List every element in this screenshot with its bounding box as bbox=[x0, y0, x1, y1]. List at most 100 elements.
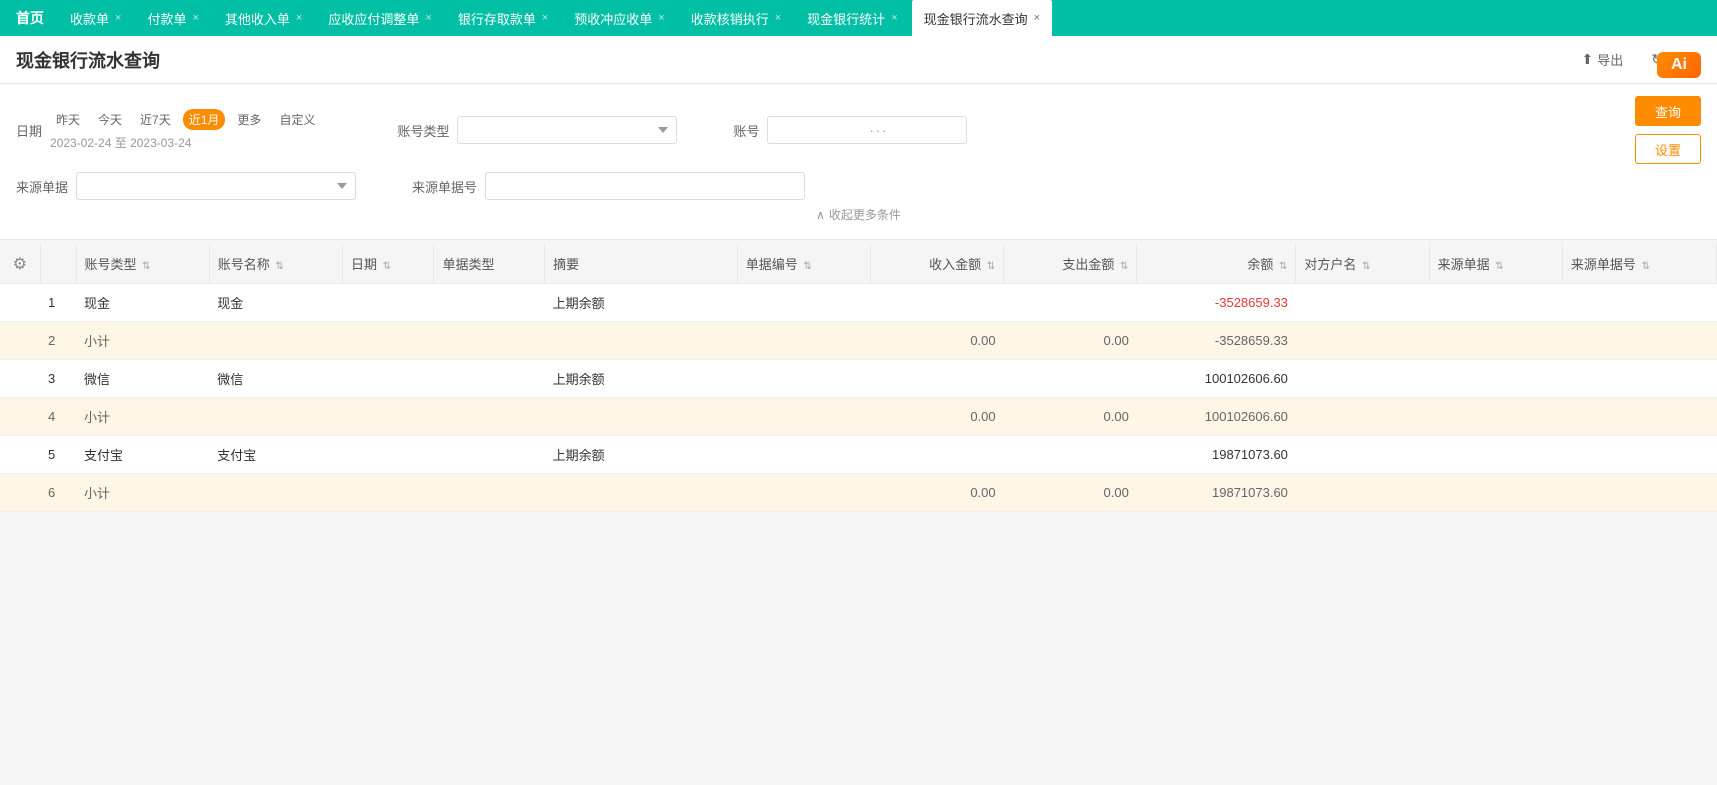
gear-icon[interactable]: ⚙ bbox=[13, 256, 27, 273]
collapse-label: 收起更多条件 bbox=[829, 206, 901, 223]
nav-tab-yinhangcunquan[interactable]: 银行存取款单 × bbox=[446, 0, 560, 36]
col-counterpart[interactable]: 对方户名 ⇅ bbox=[1296, 244, 1429, 284]
col-counterpart-cell bbox=[1296, 360, 1429, 398]
col-summary-cell bbox=[545, 398, 738, 436]
nav-home[interactable]: 首页 bbox=[4, 0, 56, 36]
table-row: 5 支付宝 支付宝 上期余额 19871073.60 bbox=[0, 436, 1717, 474]
col-rownum-cell: 4 bbox=[40, 398, 76, 436]
col-doc-type-cell bbox=[434, 284, 545, 322]
sort-icon: ⇅ bbox=[1642, 261, 1650, 272]
account-more-button[interactable]: ··· bbox=[869, 123, 958, 138]
nav-tab-xianjinyinhangtongjida[interactable]: 现金银行统计 × bbox=[795, 0, 909, 36]
close-icon[interactable]: × bbox=[115, 12, 121, 24]
nav-tab-xianjinyinhangliushui[interactable]: 现金银行流水查询 × bbox=[912, 0, 1052, 36]
source-doc-filter-group: 来源单据 bbox=[16, 172, 356, 200]
col-account-type-cell: 微信 bbox=[76, 360, 209, 398]
source-doc-no-label: 来源单据号 bbox=[412, 177, 477, 196]
col-summary: 摘要 bbox=[545, 244, 738, 284]
col-account-name[interactable]: 账号名称 ⇅ bbox=[209, 244, 342, 284]
shortcut-7days[interactable]: 近7天 bbox=[134, 109, 177, 130]
col-settings[interactable]: ⚙ bbox=[0, 244, 40, 284]
sort-icon: ⇅ bbox=[383, 261, 391, 272]
col-summary-cell bbox=[545, 322, 738, 360]
export-button[interactable]: ⬆ 导出 bbox=[1574, 46, 1632, 73]
sort-icon: ⇅ bbox=[803, 261, 811, 272]
table-row: 1 现金 现金 上期余额 -3528659.33 bbox=[0, 284, 1717, 322]
col-settings-cell bbox=[0, 398, 40, 436]
close-icon[interactable]: × bbox=[296, 12, 302, 24]
col-account-type-cell: 现金 bbox=[76, 284, 209, 322]
col-source-doc-cell bbox=[1429, 474, 1562, 512]
col-account-type[interactable]: 账号类型 ⇅ bbox=[76, 244, 209, 284]
nav-tab-shoukuanhexiao[interactable]: 收款核销执行 × bbox=[679, 0, 793, 36]
col-counterpart-cell bbox=[1296, 436, 1429, 474]
col-doc-no-cell bbox=[737, 322, 870, 360]
table-wrapper: ⚙ 账号类型 ⇅ 账号名称 ⇅ 日期 ⇅ bbox=[0, 244, 1717, 512]
col-settings-cell bbox=[0, 474, 40, 512]
close-icon[interactable]: × bbox=[658, 12, 664, 24]
close-icon[interactable]: × bbox=[1034, 12, 1040, 24]
col-account-type-cell: 支付宝 bbox=[76, 436, 209, 474]
table-row: 4 小计 0.00 0.00 100102606.60 bbox=[0, 398, 1717, 436]
page-header: 现金银行流水查询 ⬆ 导出 ↻ 刷新 Ai bbox=[0, 36, 1717, 84]
shortcut-yesterday[interactable]: 昨天 bbox=[50, 109, 86, 130]
col-source-doc-no-cell bbox=[1562, 474, 1716, 512]
filter-area: 日期 昨天 今天 近7天 近1月 更多 自定义 2023-02-24 至 202… bbox=[0, 84, 1717, 240]
source-doc-no-filter-group: 来源单据号 bbox=[412, 172, 805, 200]
col-income-cell: 0.00 bbox=[870, 474, 1003, 512]
col-source-doc-cell bbox=[1429, 398, 1562, 436]
col-balance[interactable]: 余额 ⇅ bbox=[1137, 244, 1296, 284]
query-button[interactable]: 查询 bbox=[1635, 96, 1701, 126]
data-table: ⚙ 账号类型 ⇅ 账号名称 ⇅ 日期 ⇅ bbox=[0, 244, 1717, 512]
close-icon[interactable]: × bbox=[542, 12, 548, 24]
col-source-doc-no[interactable]: 来源单据号 ⇅ bbox=[1562, 244, 1716, 284]
col-expense[interactable]: 支出金额 ⇅ bbox=[1004, 244, 1137, 284]
table-header-row: ⚙ 账号类型 ⇅ 账号名称 ⇅ 日期 ⇅ bbox=[0, 244, 1717, 284]
account-type-filter-group: 账号类型 bbox=[397, 116, 677, 144]
nav-tab-fukuandan[interactable]: 付款单 × bbox=[135, 0, 210, 36]
col-source-doc-cell bbox=[1429, 284, 1562, 322]
source-doc-no-input[interactable] bbox=[485, 172, 805, 200]
export-icon: ⬆ bbox=[1582, 51, 1594, 68]
sort-icon: ⇅ bbox=[142, 261, 150, 272]
col-balance-cell: 100102606.60 bbox=[1137, 398, 1296, 436]
col-income-cell: 0.00 bbox=[870, 398, 1003, 436]
col-date[interactable]: 日期 ⇅ bbox=[342, 244, 434, 284]
close-icon[interactable]: × bbox=[775, 12, 781, 24]
nav-tab-yingshouyingfu[interactable]: 应收应付调整单 × bbox=[316, 0, 443, 36]
col-account-type-cell: 小计 bbox=[76, 474, 209, 512]
col-source-doc[interactable]: 来源单据 ⇅ bbox=[1429, 244, 1562, 284]
close-icon[interactable]: × bbox=[192, 12, 198, 24]
col-doc-type-cell bbox=[434, 322, 545, 360]
col-settings-cell bbox=[0, 360, 40, 398]
account-type-select[interactable] bbox=[457, 116, 677, 144]
col-balance-cell: -3528659.33 bbox=[1137, 322, 1296, 360]
ai-badge[interactable]: Ai bbox=[1657, 52, 1701, 78]
close-icon[interactable]: × bbox=[891, 12, 897, 24]
col-source-doc-no-cell bbox=[1562, 436, 1716, 474]
col-account-name-cell: 支付宝 bbox=[209, 436, 342, 474]
nav-tab-qitashouruda[interactable]: 其他收入单 × bbox=[213, 0, 314, 36]
col-account-name-cell bbox=[209, 398, 342, 436]
col-balance-cell: 100102606.60 bbox=[1137, 360, 1296, 398]
shortcut-1month[interactable]: 近1月 bbox=[183, 109, 226, 130]
shortcut-custom[interactable]: 自定义 bbox=[273, 109, 321, 130]
col-date-cell bbox=[342, 284, 434, 322]
nav-tab-yushouchongyingshouruda[interactable]: 预收冲应收单 × bbox=[562, 0, 676, 36]
shortcut-more[interactable]: 更多 bbox=[231, 109, 267, 130]
shortcut-today[interactable]: 今天 bbox=[92, 109, 128, 130]
col-account-name-cell bbox=[209, 322, 342, 360]
nav-tab-shoukuandan[interactable]: 收款单 × bbox=[58, 0, 133, 36]
sort-icon: ⇅ bbox=[1495, 261, 1503, 272]
source-doc-select[interactable] bbox=[76, 172, 356, 200]
col-rownum-cell: 5 bbox=[40, 436, 76, 474]
col-doc-no[interactable]: 单据编号 ⇅ bbox=[737, 244, 870, 284]
col-income[interactable]: 收入金额 ⇅ bbox=[870, 244, 1003, 284]
col-doc-type-cell bbox=[434, 398, 545, 436]
col-source-doc-cell bbox=[1429, 360, 1562, 398]
settings-button[interactable]: 设置 bbox=[1635, 134, 1701, 164]
close-icon[interactable]: × bbox=[425, 12, 431, 24]
col-date-cell bbox=[342, 436, 434, 474]
col-source-doc-no-cell bbox=[1562, 284, 1716, 322]
collapse-bar[interactable]: ∧ 收起更多条件 bbox=[16, 200, 1701, 227]
